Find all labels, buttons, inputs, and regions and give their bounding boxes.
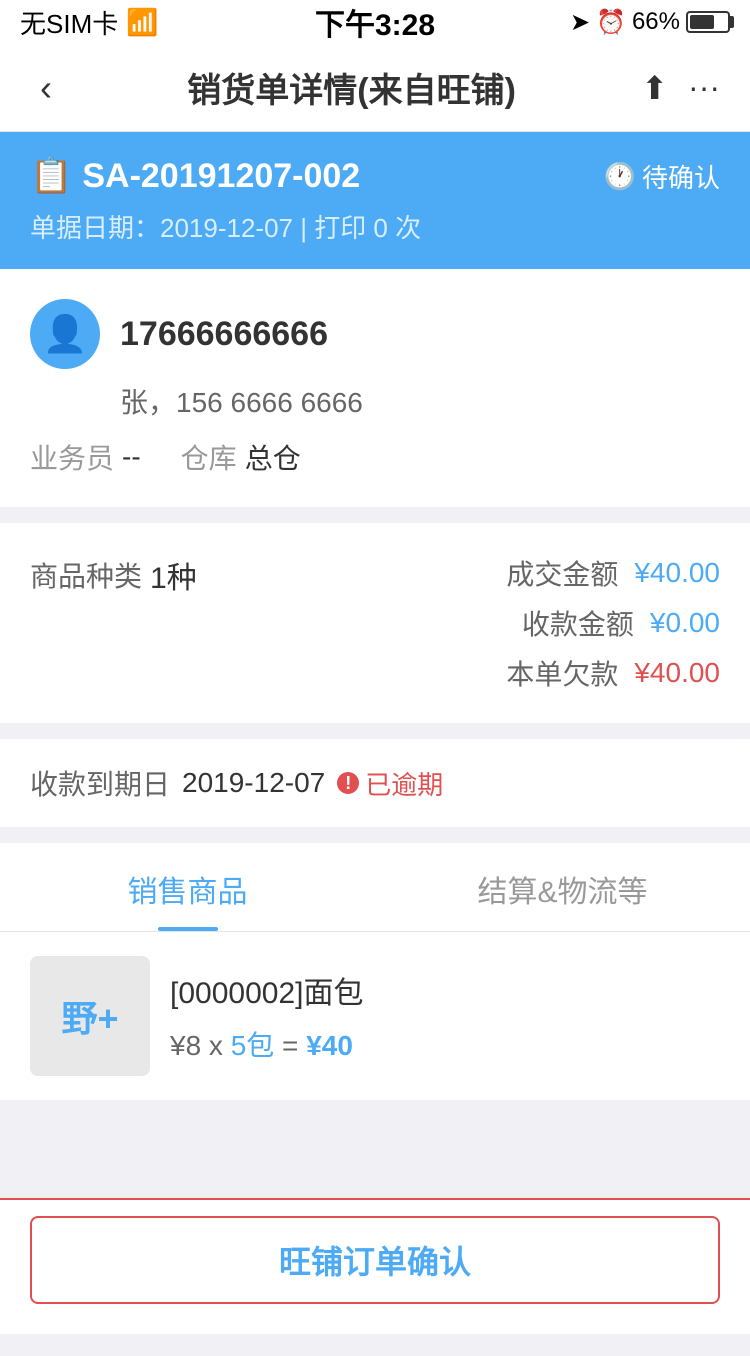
due-date-card: 收款到期日 2019-12-07 ! 已逾期	[0, 739, 750, 827]
customer-card: 👤 17666666666 张，156 6666 6666 业务员 -- 仓库 …	[0, 269, 750, 507]
product-item: 野+ [0000002]面包 ¥8 x 5包 = ¥40	[0, 932, 750, 1100]
warehouse: 仓库 总仓	[181, 437, 301, 477]
products-section: 野+ [0000002]面包 ¥8 x 5包 = ¥40	[0, 932, 750, 1100]
outstanding-amount: 本单欠款 ¥40.00	[506, 653, 720, 693]
product-price-row: ¥8 x 5包 = ¥40	[170, 1024, 720, 1064]
order-status: 🕐 待确认	[604, 158, 720, 195]
order-meta: 单据日期：2019-12-07 | 打印 0 次	[30, 208, 720, 245]
product-name: [0000002]面包	[170, 968, 720, 1012]
financial-stats: 成交金额 ¥40.00 收款金额 ¥0.00 本单欠款 ¥40.00	[506, 553, 720, 693]
customer-phone: 17666666666	[120, 315, 328, 354]
location-icon: ➤	[570, 8, 590, 37]
overdue-icon: !	[337, 772, 359, 794]
status-bar: 无SIM卡 📶 下午3:28 ➤ ⏰ 66%	[0, 0, 750, 44]
tab-settlement-logistics[interactable]: 结算&物流等	[375, 843, 750, 931]
alarm-icon: ⏰	[596, 8, 626, 37]
tab-sales-products[interactable]: 销售商品	[0, 843, 375, 931]
status-right: ➤ ⏰ 66%	[570, 8, 730, 37]
share-button[interactable]: ⬆	[641, 69, 668, 107]
page-title: 销货单详情(来自旺铺)	[187, 63, 516, 112]
order-header: 📋 SA-20191207-002 🕐 待确认 单据日期：2019-12-07 …	[0, 132, 750, 269]
product-image: 野+	[30, 956, 150, 1076]
product-info: [0000002]面包 ¥8 x 5包 = ¥40	[170, 968, 720, 1064]
customer-info-row: 业务员 -- 仓库 总仓	[30, 437, 720, 477]
status-time: 下午3:28	[315, 0, 435, 44]
back-button[interactable]: ‹	[30, 57, 62, 119]
received-amount: 收款金额 ¥0.00	[522, 603, 720, 643]
order-icon: 📋	[30, 156, 72, 196]
order-id: 📋 SA-20191207-002	[30, 156, 360, 196]
wifi-icon: 📶	[126, 7, 158, 38]
nav-bar: ‹ 销货单详情(来自旺铺) ⬆ ···	[0, 44, 750, 132]
overdue-badge: ! 已逾期	[337, 765, 443, 802]
customer-name: 张，156 6666 6666	[30, 381, 720, 421]
clock-icon: 🕐	[604, 161, 636, 192]
transaction-amount: 成交金额 ¥40.00	[506, 553, 720, 593]
battery-percent: 66%	[632, 8, 680, 36]
carrier-text: 无SIM卡	[20, 4, 118, 41]
more-button[interactable]: ···	[688, 69, 720, 106]
sales-rep: 业务员 --	[30, 437, 141, 477]
stats-card: 商品种类 1种 成交金额 ¥40.00 收款金额 ¥0.00 本单欠款 ¥40.…	[0, 523, 750, 723]
bottom-bar: 旺铺订单确认	[0, 1198, 750, 1334]
confirm-button[interactable]: 旺铺订单确认	[30, 1216, 720, 1304]
avatar: 👤	[30, 299, 100, 369]
tabs-container: 销售商品 结算&物流等	[0, 843, 750, 932]
battery-icon	[686, 11, 730, 33]
status-carrier: 无SIM卡 📶	[20, 4, 159, 41]
nav-actions: ⬆ ···	[641, 69, 720, 107]
product-types: 商品种类 1种	[30, 553, 197, 597]
